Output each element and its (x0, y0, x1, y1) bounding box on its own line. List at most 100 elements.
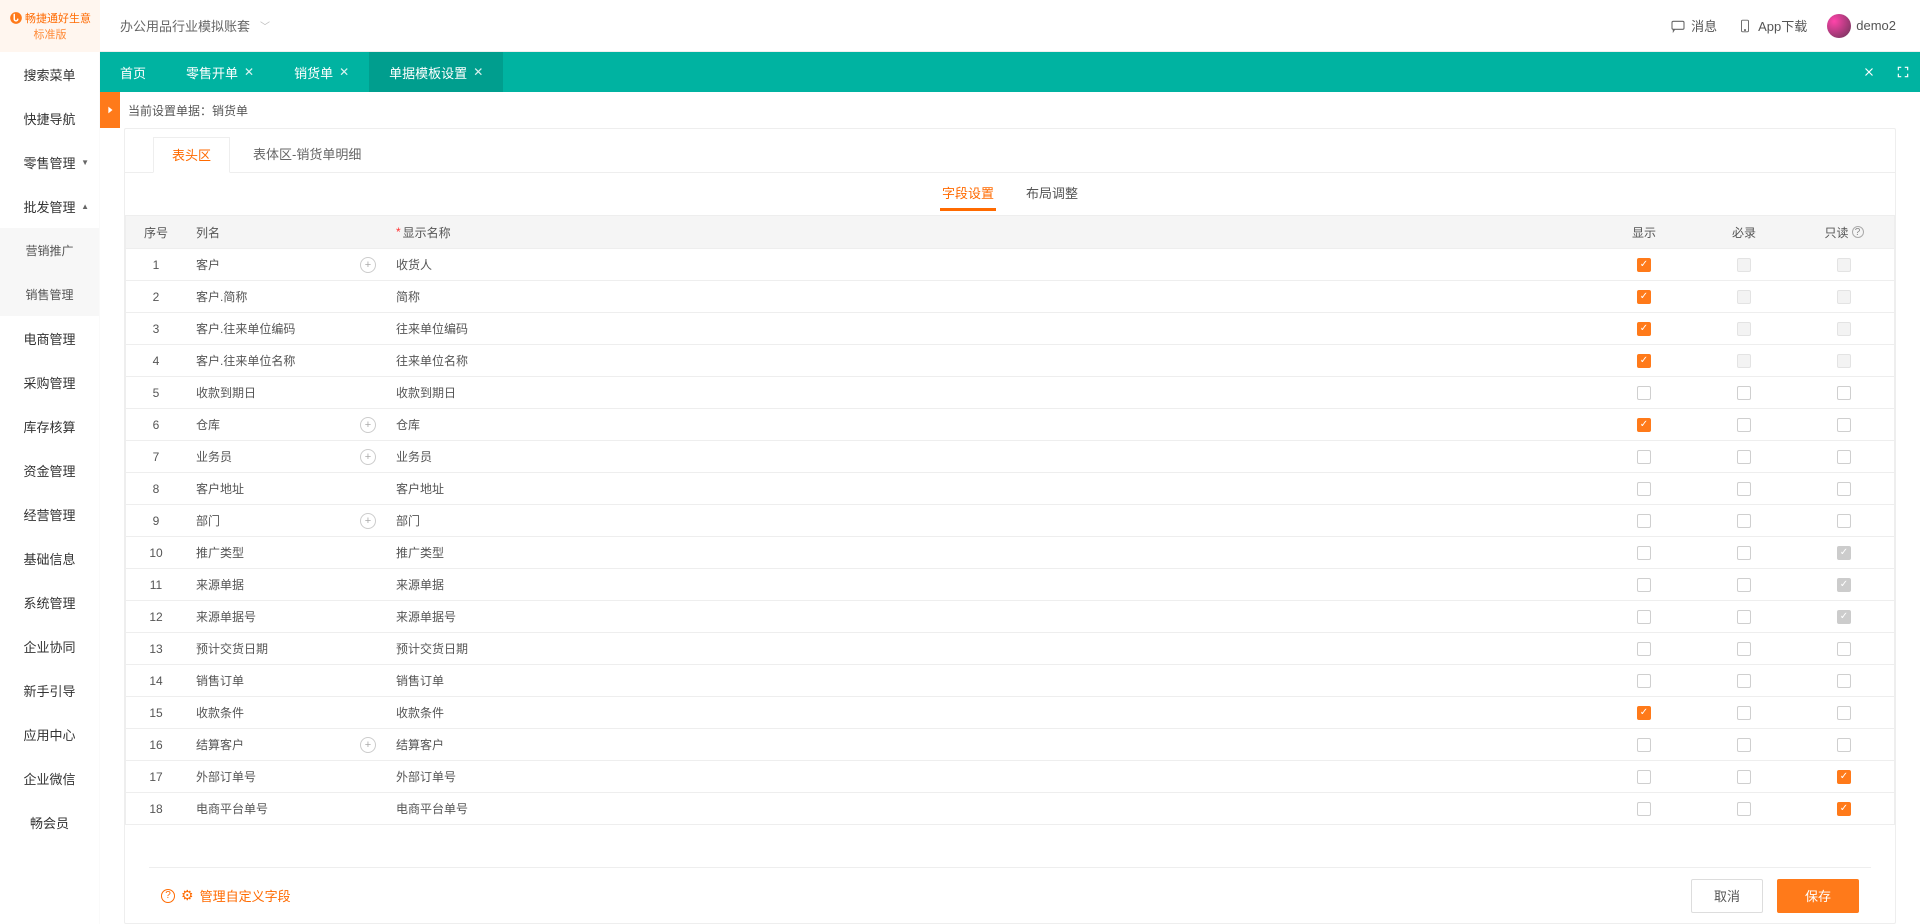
sidebar-item[interactable]: 基础信息 (0, 536, 99, 580)
sidebar-item[interactable]: 资金管理 (0, 448, 99, 492)
expand-plus-icon[interactable]: + (360, 257, 376, 273)
show-checkbox[interactable] (1637, 738, 1651, 752)
show-checkbox[interactable] (1637, 642, 1651, 656)
panel-tab[interactable]: 表头区 (153, 137, 230, 173)
readonly-checkbox[interactable] (1837, 482, 1851, 496)
show-checkbox[interactable] (1637, 610, 1651, 624)
readonly-checkbox[interactable] (1837, 418, 1851, 432)
cell-display-name[interactable]: 销售订单 (386, 665, 1594, 696)
sidebar-subitem[interactable]: 营销推广 (0, 228, 99, 272)
sidebar-item[interactable]: 快捷导航 (0, 96, 99, 140)
sidebar-item[interactable]: 电商管理 (0, 316, 99, 360)
tab[interactable]: 零售开单✕ (166, 52, 274, 92)
cell-display-name[interactable]: 结算客户 (386, 729, 1594, 760)
tab[interactable]: 销货单✕ (274, 52, 369, 92)
readonly-checkbox[interactable] (1837, 770, 1851, 784)
sidebar-item[interactable]: 采购管理 (0, 360, 99, 404)
required-checkbox[interactable] (1737, 514, 1751, 528)
field-grid[interactable]: 1客户+收货人2客户.简称简称3客户.往来单位编码往来单位编码4客户.往来单位名… (125, 249, 1895, 867)
cell-display-name[interactable]: 预计交货日期 (386, 633, 1594, 664)
messages-button[interactable]: 消息 (1670, 16, 1717, 35)
readonly-checkbox[interactable] (1837, 802, 1851, 816)
tab[interactable]: 单据模板设置✕ (369, 52, 503, 92)
cell-display-name[interactable]: 收款条件 (386, 697, 1594, 728)
required-checkbox[interactable] (1737, 450, 1751, 464)
save-button[interactable]: 保存 (1777, 879, 1859, 913)
required-checkbox[interactable] (1737, 802, 1751, 816)
collapse-handle[interactable] (100, 92, 120, 128)
cell-display-name[interactable]: 仓库 (386, 409, 1594, 440)
sidebar-item[interactable]: 应用中心 (0, 712, 99, 756)
show-checkbox[interactable] (1637, 514, 1651, 528)
sidebar-subitem[interactable]: 销售管理 (0, 272, 99, 316)
cell-display-name[interactable]: 业务员 (386, 441, 1594, 472)
cell-display-name[interactable]: 来源单据 (386, 569, 1594, 600)
close-icon[interactable]: ✕ (473, 65, 483, 79)
show-checkbox[interactable] (1637, 770, 1651, 784)
sidebar-item[interactable]: 企业协同 (0, 624, 99, 668)
tab[interactable]: 首页 (100, 52, 166, 92)
show-checkbox[interactable] (1637, 482, 1651, 496)
cell-display-name[interactable]: 外部订单号 (386, 761, 1594, 792)
required-checkbox[interactable] (1737, 706, 1751, 720)
cell-display-name[interactable]: 来源单据号 (386, 601, 1594, 632)
readonly-checkbox[interactable] (1837, 738, 1851, 752)
show-checkbox[interactable] (1637, 578, 1651, 592)
expand-plus-icon[interactable]: + (360, 449, 376, 465)
sub-tab[interactable]: 布局调整 (1024, 177, 1080, 211)
account-selector[interactable]: 办公用品行业模拟账套 ﹀ (100, 16, 1670, 35)
close-icon[interactable]: ✕ (244, 65, 254, 79)
show-checkbox[interactable] (1637, 418, 1651, 432)
readonly-checkbox[interactable] (1837, 514, 1851, 528)
show-checkbox[interactable] (1637, 290, 1651, 304)
close-icon[interactable]: ✕ (339, 65, 349, 79)
required-checkbox[interactable] (1737, 546, 1751, 560)
close-all-tabs-button[interactable] (1852, 52, 1886, 92)
readonly-checkbox[interactable] (1837, 674, 1851, 688)
readonly-checkbox[interactable] (1837, 386, 1851, 400)
sidebar-item[interactable]: 畅会员 (0, 800, 99, 844)
sidebar-item[interactable]: 零售管理▼ (0, 140, 99, 184)
cell-display-name[interactable]: 简称 (386, 281, 1594, 312)
cell-display-name[interactable]: 收货人 (386, 249, 1594, 280)
sidebar-item[interactable]: 搜索菜单 (0, 52, 99, 96)
sidebar-item[interactable]: 库存核算 (0, 404, 99, 448)
show-checkbox[interactable] (1637, 258, 1651, 272)
readonly-checkbox[interactable] (1837, 450, 1851, 464)
required-checkbox[interactable] (1737, 642, 1751, 656)
show-checkbox[interactable] (1637, 354, 1651, 368)
sub-tab[interactable]: 字段设置 (940, 177, 996, 211)
cell-display-name[interactable]: 往来单位名称 (386, 345, 1594, 376)
required-checkbox[interactable] (1737, 386, 1751, 400)
show-checkbox[interactable] (1637, 674, 1651, 688)
user-menu[interactable]: demo2 (1827, 14, 1896, 38)
required-checkbox[interactable] (1737, 770, 1751, 784)
help-icon[interactable]: ? (1852, 226, 1864, 238)
expand-plus-icon[interactable]: + (360, 513, 376, 529)
required-checkbox[interactable] (1737, 482, 1751, 496)
manage-custom-fields-link[interactable]: ? ⚙ 管理自定义字段 (161, 886, 291, 905)
show-checkbox[interactable] (1637, 386, 1651, 400)
sidebar-item[interactable]: 批发管理▲ (0, 184, 99, 228)
show-checkbox[interactable] (1637, 546, 1651, 560)
cell-display-name[interactable]: 部门 (386, 505, 1594, 536)
app-download-button[interactable]: App下载 (1737, 16, 1807, 35)
cell-display-name[interactable]: 客户地址 (386, 473, 1594, 504)
required-checkbox[interactable] (1737, 418, 1751, 432)
readonly-checkbox[interactable] (1837, 706, 1851, 720)
cancel-button[interactable]: 取消 (1691, 879, 1763, 913)
expand-plus-icon[interactable]: + (360, 737, 376, 753)
show-checkbox[interactable] (1637, 322, 1651, 336)
required-checkbox[interactable] (1737, 674, 1751, 688)
required-checkbox[interactable] (1737, 578, 1751, 592)
fullscreen-button[interactable] (1886, 52, 1920, 92)
show-checkbox[interactable] (1637, 802, 1651, 816)
sidebar-item[interactable]: 新手引导 (0, 668, 99, 712)
expand-plus-icon[interactable]: + (360, 417, 376, 433)
show-checkbox[interactable] (1637, 706, 1651, 720)
sidebar-item[interactable]: 企业微信 (0, 756, 99, 800)
show-checkbox[interactable] (1637, 450, 1651, 464)
sidebar-item[interactable]: 经营管理 (0, 492, 99, 536)
sidebar-item[interactable]: 系统管理 (0, 580, 99, 624)
required-checkbox[interactable] (1737, 738, 1751, 752)
